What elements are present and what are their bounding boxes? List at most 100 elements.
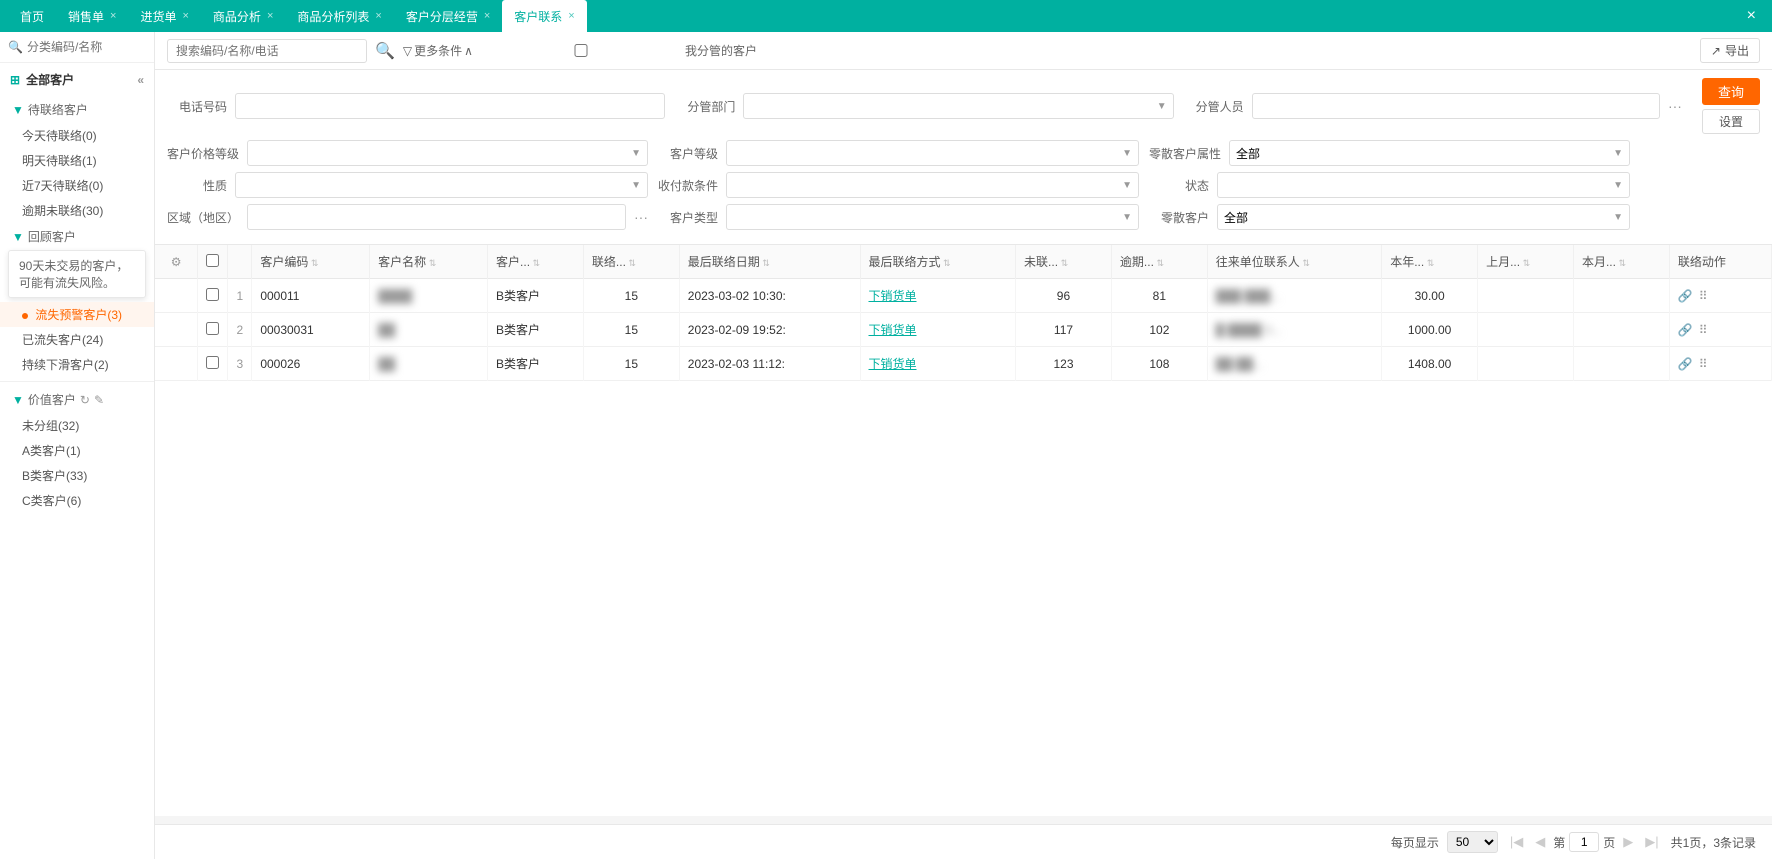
row-checkbox[interactable] xyxy=(206,322,219,335)
sidebar-item-classC[interactable]: C类客户(6) xyxy=(0,488,154,513)
col-last-month[interactable]: 上月... xyxy=(1478,245,1574,279)
close-sales-tab[interactable]: × xyxy=(110,10,116,22)
filter-cust-grade: 客户等级 ▼ xyxy=(658,140,1139,166)
last-page-button[interactable]: ▶| xyxy=(1641,832,1662,852)
settings-button[interactable]: 设置 xyxy=(1702,109,1760,134)
sidebar-item-ungrp[interactable]: 未分组(32) xyxy=(0,413,154,438)
first-page-button[interactable]: |◀ xyxy=(1506,832,1527,852)
col-name[interactable]: 客户名称 xyxy=(370,245,488,279)
sidebar-group-pending[interactable]: ▼ 待联络客户 xyxy=(0,96,154,123)
close-goods-analysis-tab[interactable]: × xyxy=(267,10,273,22)
col-unit-contact[interactable]: 往来单位联系人 xyxy=(1207,245,1381,279)
nav-home[interactable]: 首页 xyxy=(8,0,56,32)
cust-grade-select[interactable]: ▼ xyxy=(726,140,1139,166)
query-button[interactable]: 查询 xyxy=(1702,78,1760,105)
page-size-select[interactable]: 50 100 200 xyxy=(1447,831,1498,853)
region-input[interactable] xyxy=(247,204,626,230)
row-last-method[interactable]: 下销货单 xyxy=(860,313,1016,347)
price-grade-select[interactable]: ▼ xyxy=(247,140,648,166)
row-contact: 15 xyxy=(583,347,679,381)
sidebar-all-customers[interactable]: ⊞ 全部客户 « xyxy=(0,63,154,96)
search-button[interactable]: 🔍 xyxy=(375,41,395,61)
next-page-button[interactable]: ▶ xyxy=(1619,832,1637,852)
adv-filter-row-1: 电话号码 分管部门 ▼ 分管人员 ··· 查询 设置 xyxy=(167,78,1760,134)
row-name: ████ xyxy=(370,279,488,313)
col-code[interactable]: 客户编码 xyxy=(252,245,370,279)
col-last-method[interactable]: 最后联络方式 xyxy=(860,245,1016,279)
nav-customer-contact[interactable]: 客户联系 × xyxy=(502,0,586,32)
phone-input[interactable] xyxy=(235,93,665,119)
retail-select[interactable]: 全部 ▼ xyxy=(1217,204,1630,230)
col-gear[interactable]: ⚙ xyxy=(155,245,198,279)
prev-page-button[interactable]: ◀ xyxy=(1531,832,1549,852)
col-type[interactable]: 客户... xyxy=(488,245,584,279)
select-all-checkbox[interactable] xyxy=(206,254,219,267)
sidebar-item-churned[interactable]: 已流失客户(24) xyxy=(0,327,154,352)
export-button[interactable]: ↗ 导出 xyxy=(1700,38,1760,63)
action-more-icon[interactable]: ⠿ xyxy=(1699,289,1708,303)
search-input[interactable] xyxy=(167,39,367,63)
action-link-icon[interactable]: 🔗 xyxy=(1678,289,1693,303)
retail-attr-select[interactable]: 全部 ▼ xyxy=(1229,140,1630,166)
sidebar-item-churn-warning[interactable]: 流失预警客户(3) xyxy=(0,302,154,327)
cust-type-select[interactable]: ▼ xyxy=(726,204,1139,230)
action-more-icon[interactable]: ⠿ xyxy=(1699,323,1708,337)
action-link-icon[interactable]: 🔗 xyxy=(1678,357,1693,371)
main-content: 🔍 ▽ 更多条件 ∧ 我分管的客户 ↗ 导出 电话号码 xyxy=(155,32,1772,859)
close-customer-contact-tab[interactable]: × xyxy=(568,10,574,22)
my-customer-toggle[interactable]: 我分管的客户 xyxy=(481,42,757,59)
close-customer-layered-tab[interactable]: × xyxy=(484,10,490,22)
col-overdue[interactable]: 逾期... xyxy=(1111,245,1207,279)
my-customer-checkbox[interactable] xyxy=(481,44,681,57)
status-select[interactable]: ▼ xyxy=(1217,172,1630,198)
filter-icon: ▽ xyxy=(403,44,412,58)
row-action: 🔗 ⠿ xyxy=(1669,279,1771,313)
nav-purchase[interactable]: 进货单 × xyxy=(128,0,200,32)
sidebar-item-classB[interactable]: B类客户(33) xyxy=(0,463,154,488)
action-link-icon[interactable]: 🔗 xyxy=(1678,323,1693,337)
person-dots-button[interactable]: ··· xyxy=(1668,98,1682,114)
nav-sales[interactable]: 销售单 × xyxy=(56,0,128,32)
col-not-contacted[interactable]: 未联... xyxy=(1016,245,1112,279)
person-input[interactable] xyxy=(1252,93,1660,119)
sidebar-item-classA[interactable]: A类客户(1) xyxy=(0,438,154,463)
sidebar-item-overdue[interactable]: 逾期未联络(30) xyxy=(0,198,154,223)
col-last-date[interactable]: 最后联络日期 xyxy=(679,245,860,279)
row-code: 000026 xyxy=(252,347,370,381)
row-last-method[interactable]: 下销货单 xyxy=(860,279,1016,313)
close-purchase-tab[interactable]: × xyxy=(182,10,188,22)
region-dots-button[interactable]: ··· xyxy=(634,209,648,225)
sidebar-item-tomorrow[interactable]: 明天待联络(1) xyxy=(0,148,154,173)
col-this-year[interactable]: 本年... xyxy=(1382,245,1478,279)
row-last-date: 2023-03-02 10:30: xyxy=(679,279,860,313)
page-input[interactable] xyxy=(1569,832,1599,852)
nav-goods-analysis-list[interactable]: 商品分析列表 × xyxy=(285,0,393,32)
sidebar-search-input[interactable] xyxy=(27,40,146,54)
dept-select[interactable]: ▼ xyxy=(743,93,1173,119)
edit-icon[interactable]: ✎ xyxy=(94,393,104,407)
row-checkbox[interactable] xyxy=(206,356,219,369)
col-no xyxy=(228,245,252,279)
sidebar-group-review[interactable]: ▼ 回顾客户 xyxy=(0,223,154,250)
nav-goods-analysis[interactable]: 商品分析 × xyxy=(201,0,285,32)
row-last-method[interactable]: 下销货单 xyxy=(860,347,1016,381)
payment-select[interactable]: ▼ xyxy=(726,172,1139,198)
sidebar-item-today[interactable]: 今天待联络(0) xyxy=(0,123,154,148)
refresh-icon[interactable]: ↻ xyxy=(80,393,90,407)
close-goods-analysis-list-tab[interactable]: × xyxy=(375,10,381,22)
close-all-button[interactable]: × xyxy=(1739,7,1764,25)
page-navigation: |◀ ◀ 第 页 ▶ ▶| xyxy=(1506,832,1663,852)
nature-select[interactable]: ▼ xyxy=(235,172,648,198)
horizontal-scrollbar[interactable] xyxy=(155,816,1772,824)
action-more-icon[interactable]: ⠿ xyxy=(1699,357,1708,371)
col-contact[interactable]: 联络... xyxy=(583,245,679,279)
more-conditions-button[interactable]: ▽ 更多条件 ∧ xyxy=(403,42,473,59)
filter-region: 区域（地区） ··· xyxy=(167,204,648,230)
sidebar-group-value[interactable]: ▼ 价值客户 ↻ ✎ xyxy=(0,386,154,413)
filter-price-grade: 客户价格等级 ▼ xyxy=(167,140,648,166)
col-this-month[interactable]: 本月... xyxy=(1573,245,1669,279)
row-checkbox[interactable] xyxy=(206,288,219,301)
sidebar-item-declining[interactable]: 持续下滑客户(2) xyxy=(0,352,154,377)
sidebar-item-7days[interactable]: 近7天待联络(0) xyxy=(0,173,154,198)
nav-customer-layered[interactable]: 客户分层经营 × xyxy=(394,0,502,32)
